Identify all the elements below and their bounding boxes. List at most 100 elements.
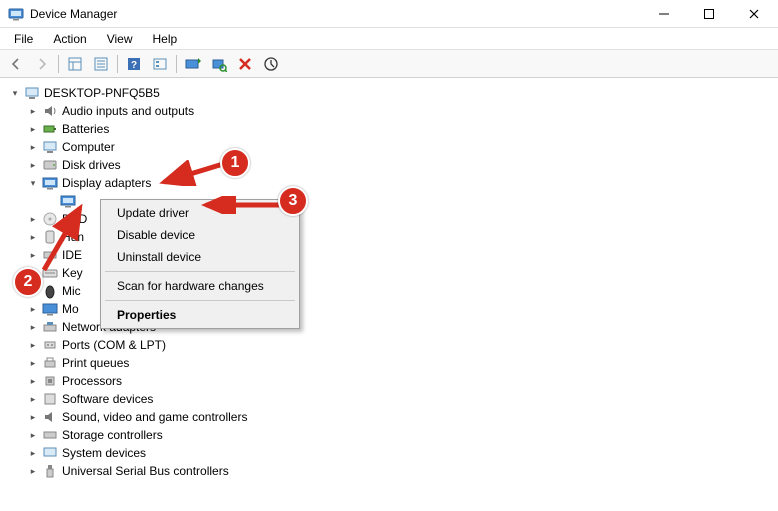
software-icon [42,391,58,407]
properties-button[interactable] [89,52,113,76]
chevron-right-icon[interactable]: ▸ [26,392,40,406]
tree-item-system[interactable]: ▸ System devices [8,444,778,462]
menubar: File Action View Help [0,28,778,50]
minimize-button[interactable] [641,0,686,27]
tree-item-label: Universal Serial Bus controllers [62,462,229,480]
ide-icon [42,247,58,263]
menu-help[interactable]: Help [143,30,188,48]
menu-separator [105,300,295,301]
disk-icon [42,157,58,173]
tree-item-usb[interactable]: ▸ Universal Serial Bus controllers [8,462,778,480]
cpu-icon [42,373,58,389]
show-hide-tree-button[interactable] [63,52,87,76]
context-update-driver[interactable]: Update driver [103,202,297,224]
chevron-right-icon[interactable]: ▸ [26,410,40,424]
toolbar-separator [117,55,118,73]
tree-item-audio[interactable]: ▸ Audio inputs and outputs [8,102,778,120]
annotation-badge-3: 3 [278,186,308,216]
sound-icon [42,409,58,425]
toolbar-separator [176,55,177,73]
chevron-right-icon[interactable]: ▸ [26,230,40,244]
update-driver-button[interactable] [181,52,205,76]
tree-item-print-queues[interactable]: ▸ Print queues [8,354,778,372]
context-scan-hardware[interactable]: Scan for hardware changes [103,275,297,297]
tree-item-label: Processors [62,372,122,390]
mouse-icon [42,283,58,299]
tree-item-label: IDE [62,246,82,264]
disable-button[interactable] [259,52,283,76]
chevron-right-icon[interactable]: ▸ [26,122,40,136]
storage-icon [42,427,58,443]
annotation-badge-2: 2 [13,267,43,297]
audio-icon [42,103,58,119]
tree-item-label: Sound, video and game controllers [62,408,247,426]
printer-icon [42,355,58,371]
context-properties[interactable]: Properties [103,304,297,326]
back-button[interactable] [4,52,28,76]
tree-root[interactable]: ▾ DESKTOP-PNFQ5B5 [8,84,778,102]
context-disable-device[interactable]: Disable device [103,224,297,246]
menu-view[interactable]: View [97,30,143,48]
chevron-right-icon[interactable]: ▸ [26,248,40,262]
tree-item-label: Software devices [62,390,153,408]
window-title: Device Manager [30,7,641,21]
chevron-right-icon[interactable]: ▸ [26,374,40,388]
battery-icon [42,121,58,137]
chevron-right-icon[interactable]: ▸ [26,158,40,172]
tree-item-label: DVD [62,210,87,228]
maximize-button[interactable] [686,0,731,27]
tree-item-label: Hun [62,228,84,246]
menu-action[interactable]: Action [43,30,96,48]
chevron-right-icon[interactable]: ▸ [26,320,40,334]
context-menu: Update driver Disable device Uninstall d… [100,199,300,329]
chevron-down-icon[interactable]: ▾ [26,176,40,190]
help-button[interactable]: ? [122,52,146,76]
close-button[interactable] [731,0,776,27]
tree-item-storage[interactable]: ▸ Storage controllers [8,426,778,444]
chevron-down-icon[interactable]: ▾ [8,86,22,100]
tree-item-display-adapters[interactable]: ▾ Display adapters [8,174,778,192]
chevron-right-icon[interactable]: ▸ [26,428,40,442]
chevron-right-icon[interactable]: ▸ [26,338,40,352]
system-icon [42,445,58,461]
uninstall-button[interactable] [233,52,257,76]
context-uninstall-device[interactable]: Uninstall device [103,246,297,268]
action-button[interactable] [148,52,172,76]
chevron-right-icon[interactable]: ▸ [26,356,40,370]
display-icon [60,193,76,209]
tree-item-label: Storage controllers [62,426,163,444]
tree-item-label: Computer [62,138,115,156]
tree-item-label: Display adapters [62,174,151,192]
forward-button[interactable] [30,52,54,76]
keyboard-icon [42,265,58,281]
window-controls [641,0,776,27]
network-icon [42,319,58,335]
toolbar: ? [0,50,778,78]
tree-item-ports[interactable]: ▸ Ports (COM & LPT) [8,336,778,354]
scan-hardware-button[interactable] [207,52,231,76]
tree-item-label: Mic [62,282,81,300]
tree-item-sound[interactable]: ▸ Sound, video and game controllers [8,408,778,426]
tree-root-label: DESKTOP-PNFQ5B5 [44,84,160,102]
chevron-right-icon[interactable]: ▸ [26,464,40,478]
tree-item-label: Mo [62,300,79,318]
tree-item-label: System devices [62,444,146,462]
chevron-right-icon[interactable]: ▸ [26,446,40,460]
chevron-right-icon[interactable]: ▸ [26,140,40,154]
tree-item-computer[interactable]: ▸ Computer [8,138,778,156]
chevron-right-icon[interactable]: ▸ [26,302,40,316]
menu-separator [105,271,295,272]
menu-file[interactable]: File [4,30,43,48]
tree-item-processors[interactable]: ▸ Processors [8,372,778,390]
tree-child-label: x [80,192,86,210]
display-icon [42,175,58,191]
tree-item-batteries[interactable]: ▸ Batteries [8,120,778,138]
tree-item-label: Key [62,264,83,282]
tree-item-disk-drives[interactable]: ▸ Disk drives [8,156,778,174]
chevron-right-icon[interactable]: ▸ [26,212,40,226]
tree-item-software-devices[interactable]: ▸ Software devices [8,390,778,408]
toolbar-separator [58,55,59,73]
chevron-right-icon[interactable]: ▸ [26,104,40,118]
usb-icon [42,463,58,479]
svg-text:?: ? [131,60,137,71]
